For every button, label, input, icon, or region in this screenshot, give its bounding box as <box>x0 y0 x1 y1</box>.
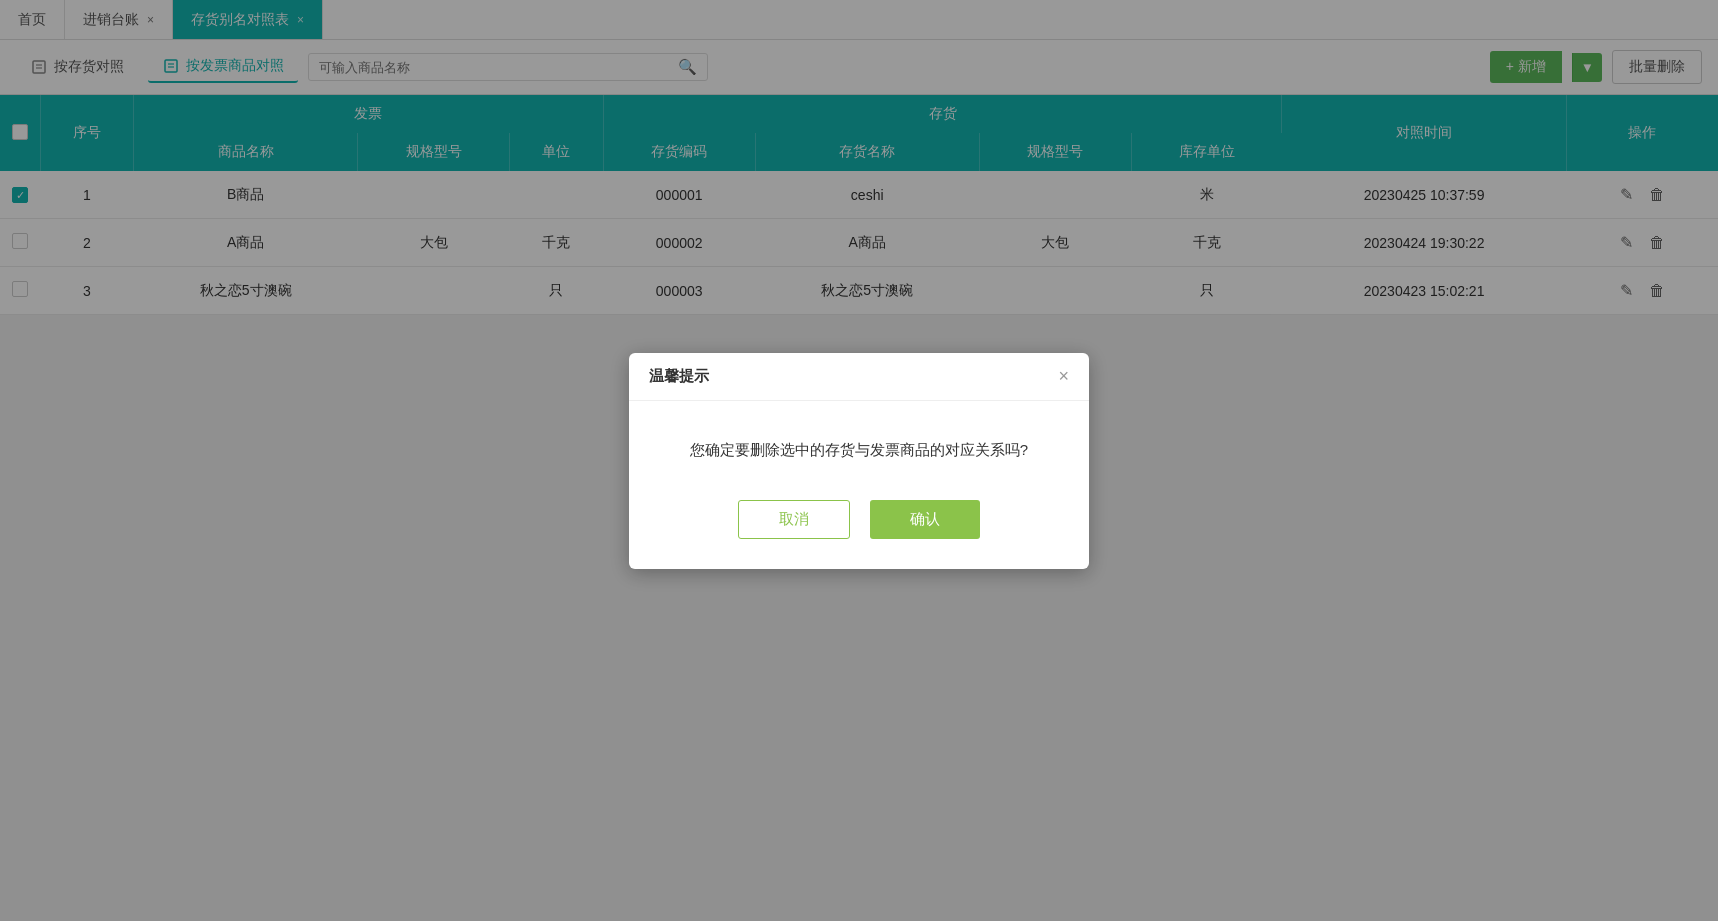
overlay: 温馨提示 × 您确定要删除选中的存货与发票商品的对应关系吗? 取消 确认 <box>0 0 1718 315</box>
